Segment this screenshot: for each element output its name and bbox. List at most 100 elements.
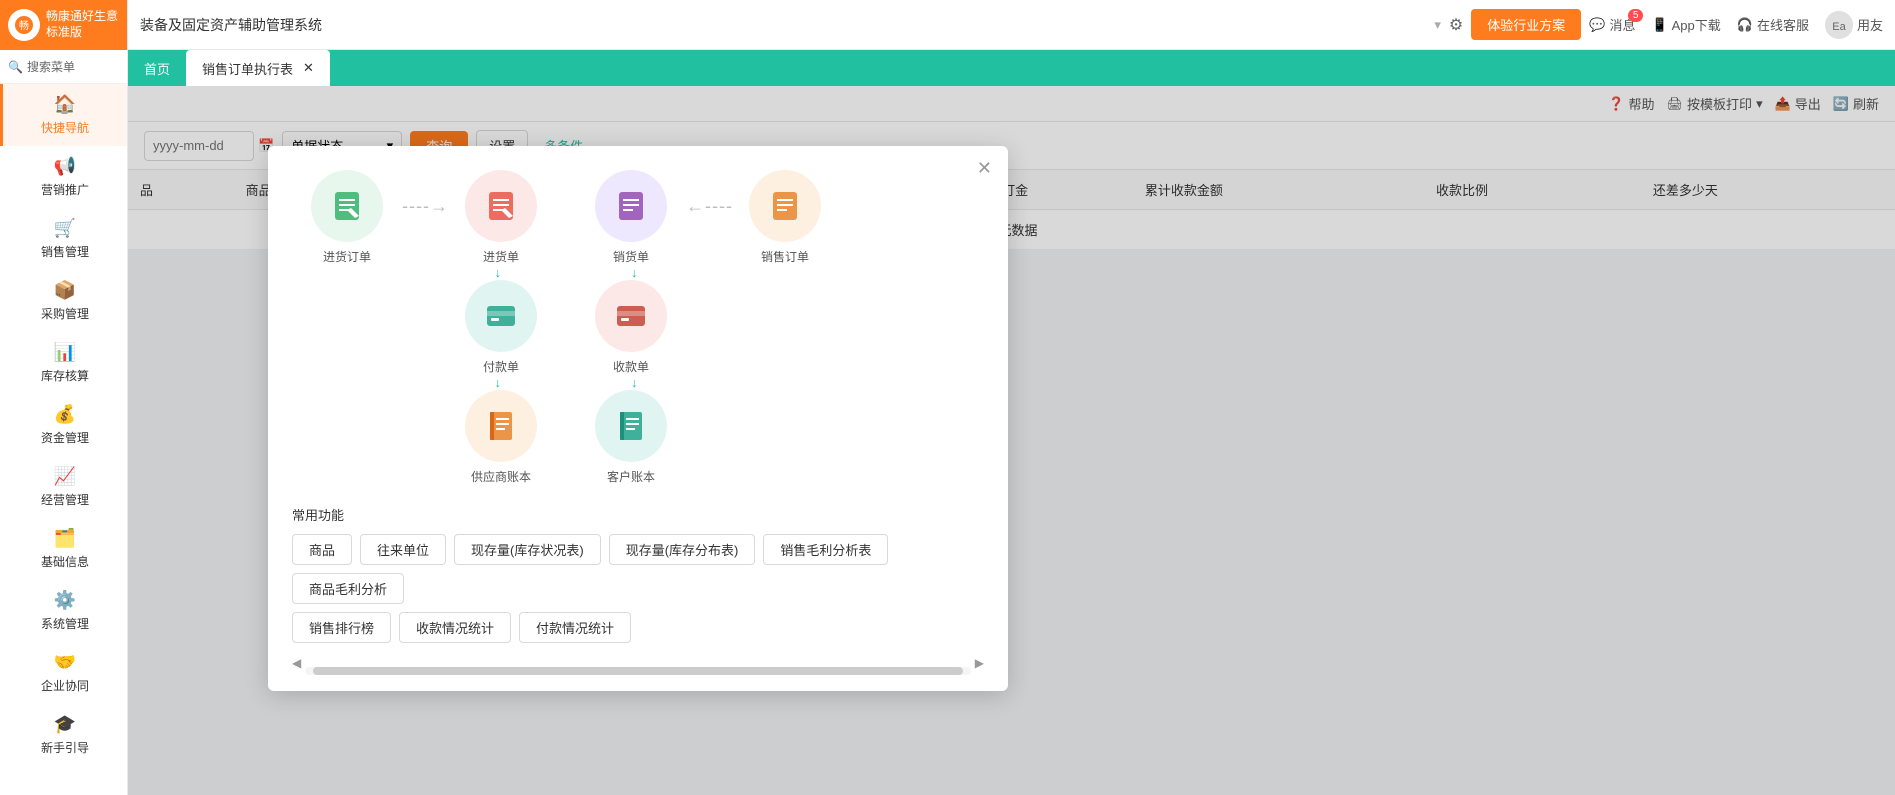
- flow-row-r1: 销货单 ← - - - - 销售订单: [576, 170, 840, 265]
- sidebar-item-operation[interactable]: 📈 经营管理: [0, 456, 127, 518]
- message-badge: 5: [1628, 9, 1644, 22]
- sidebar-item-guide[interactable]: 🎓 新手引导: [0, 704, 127, 766]
- right-flow-col: 销货单 ← - - - - 销售订单: [576, 170, 840, 485]
- func-btn-receipt-stat[interactable]: 收款情况统计: [399, 612, 511, 643]
- receipt-node[interactable]: 收款单: [576, 280, 686, 375]
- message-icon: 💬: [1589, 17, 1605, 33]
- func-btn-stock-dist[interactable]: 现存量(库存分布表): [609, 534, 756, 565]
- scroll-right-icon[interactable]: ▶: [975, 656, 984, 670]
- tab-sales-order[interactable]: 销售订单执行表 ✕: [186, 50, 330, 86]
- sidebar-item-quick-nav[interactable]: 🏠 快捷导航: [0, 84, 127, 146]
- purchase-bill-circle: [465, 170, 537, 242]
- sidebar: 畅 畅康通好生意 标准版 🔍 搜索菜单 🏠 快捷导航 📢 营销推广 🛒 销售管理: [0, 0, 128, 795]
- flow-row-r2: 收款单: [576, 280, 840, 375]
- customer-ledger-circle: [595, 390, 667, 462]
- content-area: ❓ 帮助 🖨 按模板打印 ▾ 📤 导出 🔄 刷新: [128, 86, 1895, 795]
- flow-row-1: 进货订单 - - - - → 进货单: [292, 170, 556, 265]
- purchase-order-circle: [311, 170, 383, 242]
- receipt-label: 收款单: [613, 358, 649, 375]
- experience-btn[interactable]: 体验行业方案: [1471, 9, 1581, 40]
- flow-modal: ✕ 进货订单: [268, 146, 1008, 691]
- supplier-ledger-node[interactable]: 供应商账本: [446, 390, 556, 485]
- flow-row-2: 付款单: [292, 280, 556, 375]
- online-service-item[interactable]: 🎧 在线客服: [1737, 15, 1809, 34]
- flow-diagram: 进货订单 - - - - → 进货单: [292, 170, 984, 485]
- sale-order-node[interactable]: 销售订单: [730, 170, 840, 265]
- sidebar-item-inventory[interactable]: 📊 库存核算: [0, 332, 127, 394]
- sidebar-item-system[interactable]: ⚙️ 系统管理: [0, 580, 127, 642]
- tabbar: 首页 销售订单执行表 ✕: [128, 50, 1895, 86]
- common-functions: 常用功能 商品 往来单位 现存量(库存状况表) 现存量(库存分布表) 销售毛利分…: [292, 505, 984, 643]
- func-btn-product-profit[interactable]: 商品毛利分析: [292, 573, 404, 604]
- payment-node[interactable]: 付款单: [446, 280, 556, 375]
- topbar: 装备及固定资产辅助管理系统 ▾ ⚙ 体验行业方案 💬 消息 5 📱 App下载 …: [128, 0, 1895, 50]
- logo-icon: 畅: [8, 9, 40, 41]
- sidebar-item-purchase[interactable]: 📦 采购管理: [0, 270, 127, 332]
- online-service-icon: 🎧: [1737, 17, 1753, 33]
- sales-icon: 🛒: [54, 218, 76, 239]
- app-download-item[interactable]: 📱 App下载: [1651, 15, 1720, 34]
- purchase-icon: 📦: [54, 280, 76, 301]
- sidebar-search[interactable]: 🔍 搜索菜单: [0, 50, 127, 84]
- func-btn-product[interactable]: 商品: [292, 534, 352, 565]
- func-btn-payment-stat[interactable]: 付款情况统计: [519, 612, 631, 643]
- modal-close-button[interactable]: ✕: [977, 158, 992, 179]
- modal-scrollbar[interactable]: [305, 667, 971, 675]
- sale-order-circle: [749, 170, 821, 242]
- tab-home[interactable]: 首页: [128, 50, 186, 86]
- func-btn-stock-status[interactable]: 现存量(库存状况表): [454, 534, 601, 565]
- home-icon: 🏠: [54, 94, 76, 115]
- message-item[interactable]: 💬 消息 5: [1589, 15, 1635, 34]
- marketing-icon: 📢: [54, 156, 76, 177]
- purchase-order-label: 进货订单: [323, 248, 371, 265]
- sidebar-logo: 畅 畅康通好生意 标准版: [0, 0, 127, 50]
- basic-icon: 🗂️: [54, 528, 76, 549]
- sidebar-item-sales[interactable]: 🛒 销售管理: [0, 208, 127, 270]
- common-title: 常用功能: [292, 505, 984, 524]
- scroll-left-icon[interactable]: ◀: [292, 656, 301, 670]
- receipt-circle: [595, 280, 667, 352]
- arrow-v-receipt: ↓: [576, 265, 840, 280]
- logo-text: 畅康通好生意 标准版: [46, 9, 118, 40]
- purchase-order-node[interactable]: 进货订单: [292, 170, 402, 265]
- supplier-ledger-circle: [465, 390, 537, 462]
- customer-ledger-label: 客户账本: [607, 468, 655, 485]
- sidebar-item-basic[interactable]: 🗂️ 基础信息: [0, 518, 127, 580]
- sale-bill-node[interactable]: 销货单: [576, 170, 686, 265]
- sidebar-nav: 🏠 快捷导航 📢 营销推广 🛒 销售管理 📦 采购管理 📊 库存核算 💰: [0, 84, 127, 795]
- flow-row-r3: 客户账本: [576, 390, 840, 485]
- purchase-bill-node[interactable]: 进货单: [446, 170, 556, 265]
- enterprise-icon: 🤝: [54, 652, 76, 673]
- arrow-v-customer: ↓: [576, 375, 840, 390]
- arrow-h-2: ← - - - -: [686, 196, 730, 239]
- flow-row-3: 供应商账本: [292, 390, 556, 485]
- supplier-ledger-label: 供应商账本: [471, 468, 531, 485]
- svg-text:畅: 畅: [19, 19, 29, 32]
- arrow-h-1: - - - - →: [402, 196, 446, 239]
- avatar: Ea: [1825, 11, 1853, 39]
- sidebar-item-finance[interactable]: 💰 资金管理: [0, 394, 127, 456]
- sidebar-item-enterprise[interactable]: 🤝 企业协同: [0, 642, 127, 704]
- dropdown-icon: ▾: [1434, 17, 1441, 33]
- scrollbar-thumb: [313, 667, 963, 675]
- settings-icon[interactable]: ⚙: [1449, 15, 1463, 35]
- func-btn-sales-rank[interactable]: 销售排行榜: [292, 612, 391, 643]
- func-btn-partner[interactable]: 往来单位: [360, 534, 446, 565]
- func-btn-sales-profit[interactable]: 销售毛利分析表: [763, 534, 888, 565]
- arrow-v-payment: ↓: [292, 265, 556, 280]
- operation-icon: 📈: [54, 466, 76, 487]
- main-area: 装备及固定资产辅助管理系统 ▾ ⚙ 体验行业方案 💬 消息 5 📱 App下载 …: [128, 0, 1895, 795]
- payment-label: 付款单: [483, 358, 519, 375]
- payment-circle: [465, 280, 537, 352]
- tab-close-icon[interactable]: ✕: [303, 60, 314, 76]
- system-icon: ⚙️: [54, 590, 76, 611]
- svg-text:Ea: Ea: [1832, 21, 1846, 33]
- sale-bill-circle: [595, 170, 667, 242]
- modal-overlay: ✕ 进货订单: [128, 86, 1895, 795]
- arrow-v-supplier: ↓: [292, 375, 556, 390]
- customer-ledger-node[interactable]: 客户账本: [576, 390, 686, 485]
- modal-scrollbar-row: ◀ ▶: [292, 651, 984, 675]
- sidebar-item-marketing[interactable]: 📢 营销推广: [0, 146, 127, 208]
- user-item[interactable]: Ea 用友: [1825, 11, 1883, 39]
- topbar-right: 💬 消息 5 📱 App下载 🎧 在线客服 Ea 用友: [1589, 11, 1883, 39]
